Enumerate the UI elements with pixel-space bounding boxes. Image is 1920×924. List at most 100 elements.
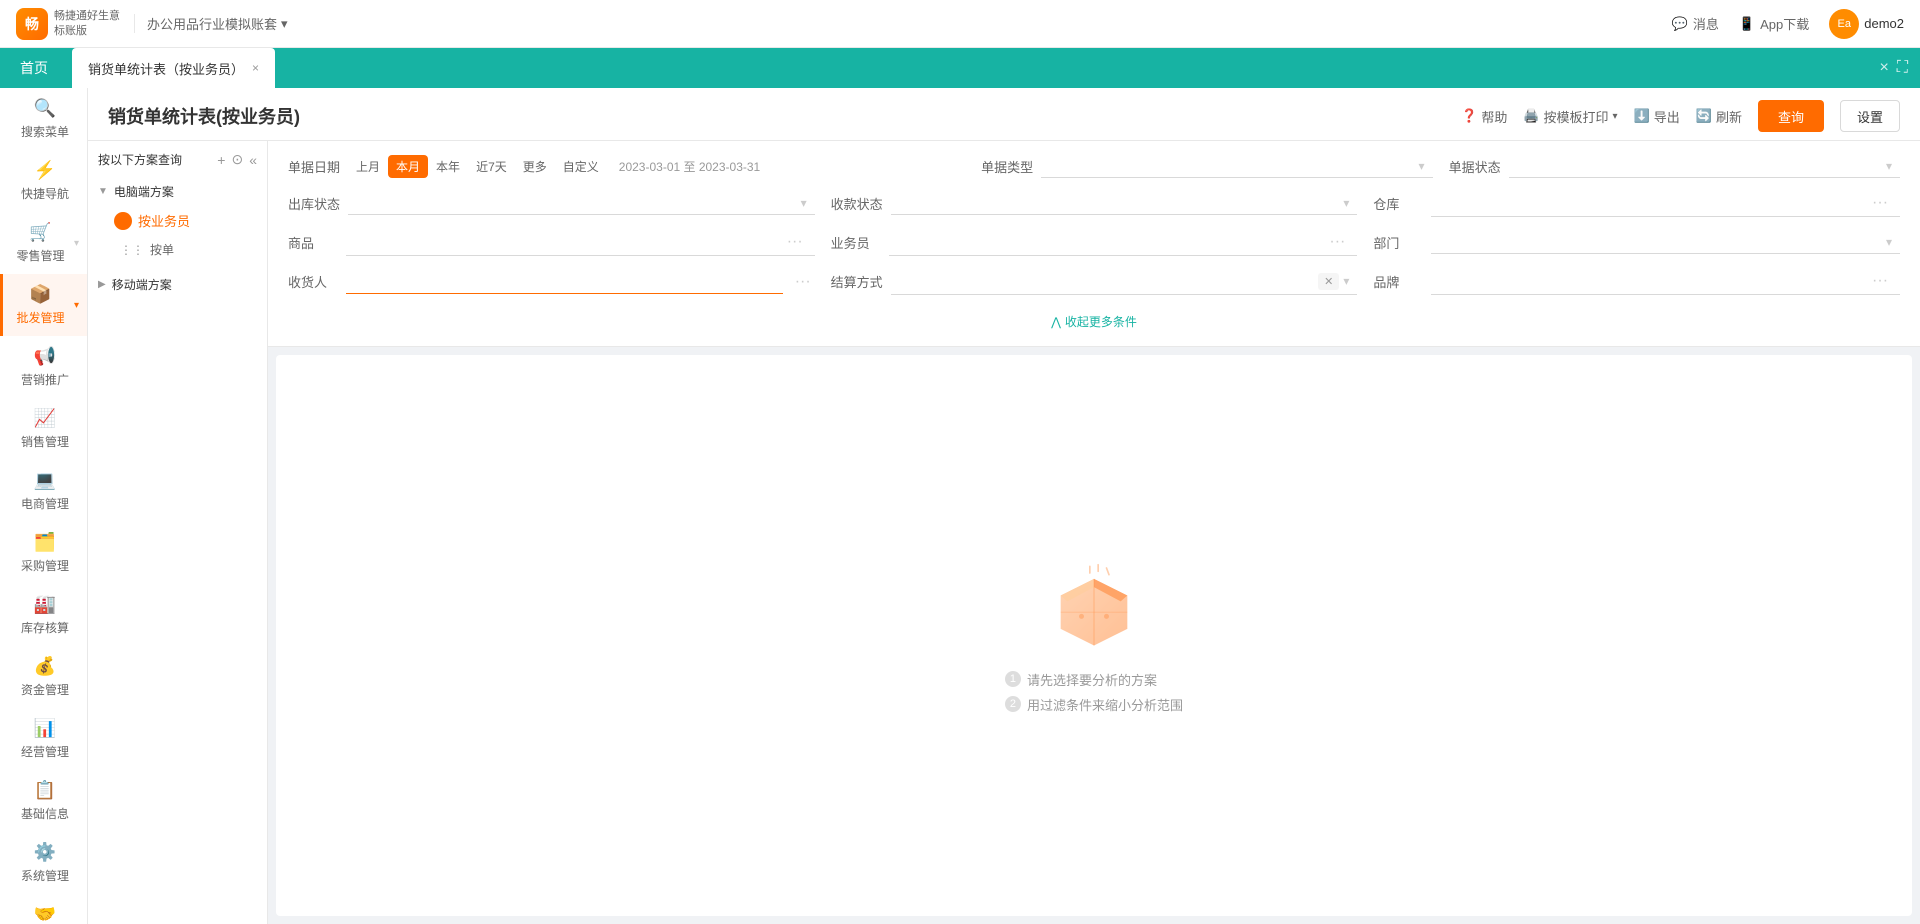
logo-area[interactable]: 畅 畅捷通好生意 标账版 <box>16 8 120 40</box>
date-btn-7days[interactable]: 近7天 <box>468 155 515 178</box>
doc-type-select[interactable]: ▾ <box>1041 155 1432 178</box>
enterprise-icon: 🤝 <box>34 904 56 924</box>
date-field: 单据日期 上月 本月 本年 近7天 更多 自定义 2023-03-01 至 20… <box>288 155 965 178</box>
sidebar-item-marketing[interactable]: 📢 营销推广 <box>0 336 87 398</box>
salesperson-select[interactable]: ··· <box>889 229 1358 256</box>
doc-status-select[interactable]: ▾ <box>1509 155 1900 178</box>
date-btn-last-month[interactable]: 上月 <box>348 155 388 178</box>
window-close-icon[interactable]: × <box>1879 59 1888 77</box>
operation-icon: 📊 <box>34 718 56 739</box>
scheme-mobile-group-header[interactable]: ▶ 移动端方案 <box>88 271 267 298</box>
date-label: 单据日期 <box>288 157 340 176</box>
scheme-add-icon[interactable]: + <box>217 152 225 168</box>
tab-active[interactable]: 销货单统计表（按业务员） × <box>72 48 275 88</box>
goods-select[interactable]: ··· <box>346 229 815 256</box>
settlement-label: 结算方式 <box>831 272 883 291</box>
salesperson-dots[interactable]: ··· <box>1325 233 1349 251</box>
user-name[interactable]: demo2 <box>1864 16 1904 31</box>
content-area: 销货单统计表(按业务员) ❓ 帮助 🖨️ 按模板打印 ▾ ⬇️ 导出 🔄 刷 <box>88 88 1920 924</box>
filter-area: 单据日期 上月 本月 本年 近7天 更多 自定义 2023-03-01 至 20… <box>268 141 1920 347</box>
sidebar-item-enterprise[interactable]: 🤝 企业协同 <box>0 894 87 924</box>
brand-label: 品牌 <box>1373 272 1423 291</box>
message-action[interactable]: 💬 消息 <box>1672 14 1719 33</box>
sidebar-item-inventory[interactable]: 🏭 库存核算 <box>0 584 87 646</box>
consignee-dots[interactable]: ··· <box>791 273 815 291</box>
dept-select[interactable]: ▾ <box>1431 231 1900 254</box>
filter-row-4: 收货人 ··· 结算方式 ✕ <box>288 268 1900 295</box>
print-button[interactable]: 🖨️ 按模板打印 ▾ <box>1523 107 1617 126</box>
date-btn-this-month[interactable]: 本月 <box>388 155 428 178</box>
sidebar-item-ecommerce[interactable]: 💻 电商管理 <box>0 460 87 522</box>
export-button[interactable]: ⬇️ 导出 <box>1634 107 1680 126</box>
sidebar-item-quicknav[interactable]: ⚡ 快捷导航 <box>0 150 87 212</box>
inner-layout: 按以下方案查询 + ⊙ « ▼ 电脑端方案 按 按业务员 <box>88 141 1920 924</box>
scheme-pc-group-header[interactable]: ▼ 电脑端方案 <box>88 178 267 205</box>
tab-home[interactable]: 首页 <box>0 48 68 88</box>
sidebar-label-wholesale: 批发管理 <box>16 309 64 326</box>
doc-status-label: 单据状态 <box>1449 157 1501 176</box>
system-icon: ⚙️ <box>34 842 56 863</box>
scheme-sub-item-doc[interactable]: ⋮⋮ 按单 <box>88 236 267 263</box>
sidebar-item-basic[interactable]: 📋 基础信息 <box>0 770 87 832</box>
date-btn-this-year[interactable]: 本年 <box>428 155 468 178</box>
export-icon: ⬇️ <box>1634 108 1650 124</box>
out-status-select[interactable]: ▾ <box>348 192 815 215</box>
user-area[interactable]: Ea demo2 <box>1829 9 1904 39</box>
sidebar-item-operation[interactable]: 📊 经营管理 <box>0 708 87 770</box>
salesperson-scheme-icon: 按 <box>114 212 132 230</box>
warehouse-dots[interactable]: ··· <box>1868 194 1892 212</box>
brand-select[interactable]: ··· <box>1431 268 1900 295</box>
sidebar-item-system[interactable]: ⚙️ 系统管理 <box>0 832 87 894</box>
tab-controls: × ⛶ <box>1867 59 1920 77</box>
warehouse-select[interactable]: ··· <box>1431 190 1900 217</box>
inventory-icon: 🏭 <box>34 594 56 615</box>
nav-selector[interactable]: 办公用品行业模拟账套 ▾ <box>134 14 288 33</box>
filter-row-2: 出库状态 ▾ 收款状态 ▾ <box>288 190 1900 217</box>
goods-field: 商品 ··· <box>288 229 815 256</box>
settlement-x-tag: ✕ <box>1318 273 1339 290</box>
sidebar-label-search: 搜索菜单 <box>21 123 69 140</box>
sidebar-item-search[interactable]: 🔍 搜索菜单 <box>0 88 87 150</box>
help-button[interactable]: ❓ 帮助 <box>1461 107 1507 126</box>
sidebar-item-purchase[interactable]: 🗂️ 采购管理 <box>0 522 87 584</box>
settlement-x-btn[interactable]: ✕ <box>1324 275 1333 288</box>
brand-dots[interactable]: ··· <box>1868 272 1892 290</box>
goods-label: 商品 <box>288 233 338 252</box>
date-range-display: 2023-03-01 至 2023-03-31 <box>619 158 760 175</box>
sidebar-item-finance[interactable]: 💰 资金管理 <box>0 646 87 708</box>
main-layout: 🔍 搜索菜单 ⚡ 快捷导航 🛒 零售管理 ▾ 📦 批发管理 ▾ 📢 营销推广 <box>0 88 1920 924</box>
refresh-button[interactable]: 🔄 刷新 <box>1696 107 1742 126</box>
sidebar-label-quicknav: 快捷导航 <box>21 185 69 202</box>
page-actions: ❓ 帮助 🖨️ 按模板打印 ▾ ⬇️ 导出 🔄 刷新 查询 设置 <box>1461 100 1900 132</box>
warehouse-label: 仓库 <box>1373 194 1423 213</box>
tab-close-icon[interactable]: × <box>252 61 259 75</box>
salesperson-label: 业务员 <box>831 233 881 252</box>
collapse-button[interactable]: ⋀ 收起更多条件 <box>288 307 1900 332</box>
consignee-field: 收货人 ··· <box>288 270 815 294</box>
avatar: Ea <box>1829 9 1859 39</box>
app-download-action[interactable]: 📱 App下载 <box>1739 14 1809 33</box>
scheme-item-salesperson[interactable]: 按 按业务员 <box>88 205 267 236</box>
receipt-status-select[interactable]: ▾ <box>891 192 1358 215</box>
scheme-copy-icon[interactable]: ⊙ <box>231 151 243 168</box>
query-button[interactable]: 查询 <box>1758 100 1824 132</box>
sidebar-item-wholesale[interactable]: 📦 批发管理 ▾ <box>0 274 87 336</box>
sidebar-label-finance: 资金管理 <box>21 681 69 698</box>
goods-dots[interactable]: ··· <box>783 233 807 251</box>
date-btn-more[interactable]: 更多 <box>515 155 555 178</box>
tabbar: 首页 销货单统计表（按业务员） × × ⛶ <box>0 48 1920 88</box>
consignee-input[interactable] <box>346 270 783 294</box>
sidebar-item-retail[interactable]: 🛒 零售管理 ▾ <box>0 212 87 274</box>
window-maximize-icon[interactable]: ⛶ <box>1897 59 1908 77</box>
sidebar-item-sales[interactable]: 📈 销售管理 <box>0 398 87 460</box>
retail-icon: 🛒 <box>29 222 51 243</box>
settlement-select[interactable]: ✕ ▾ <box>891 269 1358 295</box>
settings-button[interactable]: 设置 <box>1840 100 1900 132</box>
empty-icon <box>1044 558 1144 658</box>
marketing-icon: 📢 <box>34 346 56 367</box>
doc-status-arrow: ▾ <box>1886 159 1892 173</box>
date-btn-custom[interactable]: 自定义 <box>555 155 607 178</box>
finance-icon: 💰 <box>34 656 56 677</box>
sidebar-label-sales: 销售管理 <box>21 433 69 450</box>
scheme-collapse-icon[interactable]: « <box>249 152 257 168</box>
